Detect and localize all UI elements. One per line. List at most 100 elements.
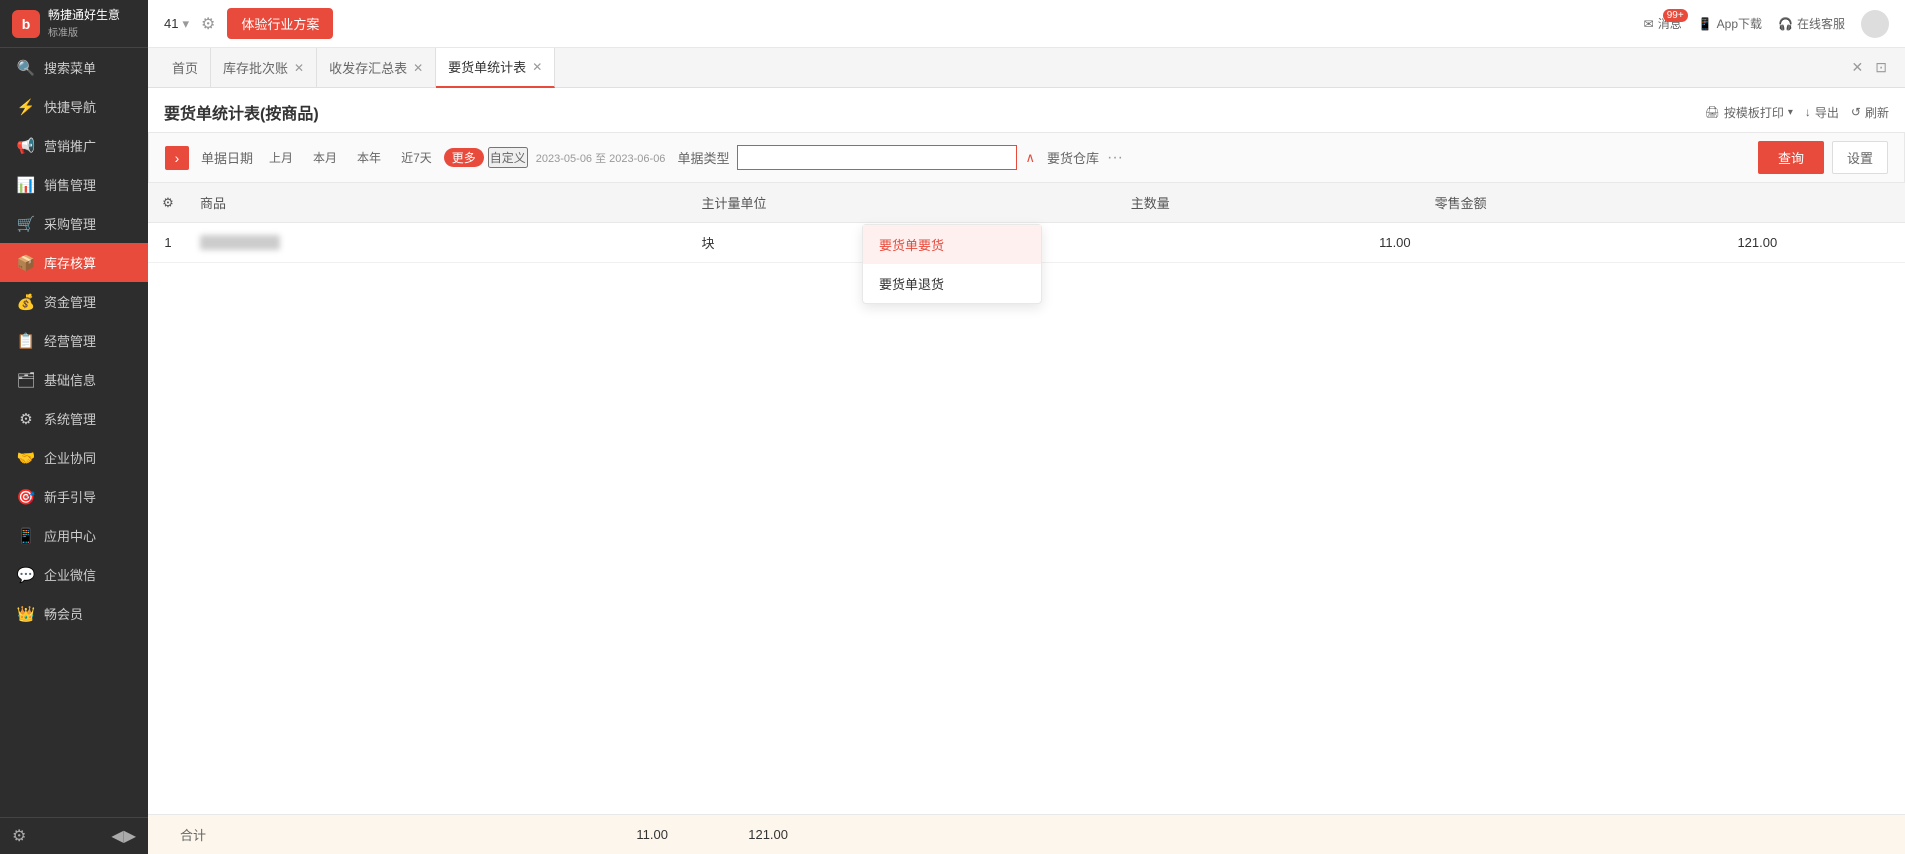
th-settings[interactable]: ⚙: [148, 183, 188, 223]
type-filter-arrow[interactable]: ∧: [1025, 150, 1035, 166]
th-extra: [1789, 183, 1905, 223]
date-custom-btn[interactable]: 自定义: [488, 147, 528, 168]
app-logo-icon: b: [12, 10, 40, 38]
sidebar-item-purchase[interactable]: 🛒 采购管理: [0, 204, 148, 243]
refresh-icon: ↺: [1851, 105, 1861, 119]
query-btn[interactable]: 查询: [1758, 141, 1824, 174]
sidebar-item-appstore[interactable]: 📱 应用中心: [0, 516, 148, 555]
store-dropdown-arrow: ▾: [182, 16, 189, 32]
page-title: 要货单统计表(按商品): [164, 100, 319, 124]
print-btn[interactable]: 🖨 按模板打印 ▾: [1705, 104, 1793, 121]
footer-quantity: 11.00: [560, 827, 680, 842]
dropdown-item-requisition-return[interactable]: 要货单退货: [863, 264, 1041, 303]
page-header: 要货单统计表(按商品) 🖨 按模板打印 ▾ ↓ 导出 ↺ 刷新: [148, 88, 1905, 132]
date-this-month-btn[interactable]: 本月: [305, 147, 345, 168]
tab-home[interactable]: 首页: [160, 48, 211, 88]
sidebar-item-wechat-label: 企业微信: [44, 565, 96, 584]
sidebar-bottom: ⚙ ◀▶: [0, 817, 148, 854]
sidebar-item-operations[interactable]: 📋 经营管理: [0, 321, 148, 360]
tab-requisition-close[interactable]: ✕: [532, 60, 542, 74]
row-quantity: 11.00: [1119, 223, 1423, 263]
topbar-gear-icon[interactable]: ⚙: [201, 14, 215, 34]
row-amount: 121.00: [1423, 223, 1790, 263]
print-label: 按模板打印: [1724, 104, 1784, 121]
sidebar-item-collab[interactable]: 🤝 企业协同: [0, 438, 148, 477]
warehouse-filter-dots[interactable]: ···: [1107, 149, 1123, 167]
message-badge: 99+: [1663, 9, 1688, 22]
topbar: 41 ▾ ⚙ 体验行业方案 ✉ 消息 99+ 📱 App下载 🎧 在线客服: [148, 0, 1905, 48]
operations-icon: 📋: [16, 332, 36, 350]
tab-inventory-batch[interactable]: 库存批次账 ✕: [211, 48, 317, 88]
date-7days-btn[interactable]: 近7天: [393, 147, 440, 168]
tab-inventory-batch-close[interactable]: ✕: [294, 61, 304, 75]
sidebar-item-sales[interactable]: 📊 销售管理: [0, 165, 148, 204]
sidebar-item-inventory[interactable]: 📦 库存核算: [0, 243, 148, 282]
system-icon: ⚙: [16, 410, 36, 428]
marketing-icon: 📢: [16, 137, 36, 155]
tabs-actions: ✕ ⊡: [1846, 55, 1893, 80]
date-range-display: 2023-05-06 至 2023-06-06: [536, 150, 666, 166]
sidebar-item-search[interactable]: 🔍 搜索菜单: [0, 48, 148, 87]
sales-icon: 📊: [16, 176, 36, 194]
app-download-label: App下载: [1717, 15, 1762, 32]
sidebar-item-member[interactable]: 👑 畅会员: [0, 594, 148, 633]
app-download-btn[interactable]: 📱 App下载: [1698, 15, 1762, 32]
print-dropdown-icon: ▾: [1788, 107, 1793, 118]
tab-minimize-icon[interactable]: ✕: [1846, 55, 1870, 80]
tab-receivables[interactable]: 收发存汇总表 ✕: [317, 48, 436, 88]
tab-receivables-close[interactable]: ✕: [413, 61, 423, 75]
sidebar-item-guide[interactable]: 🎯 新手引导: [0, 477, 148, 516]
export-btn[interactable]: ↓ 导出: [1805, 104, 1839, 121]
tab-fullscreen-icon[interactable]: ⊡: [1869, 55, 1893, 80]
sidebar-item-marketing-label: 营销推广: [44, 136, 96, 155]
user-avatar[interactable]: [1861, 10, 1889, 38]
trial-industry-btn[interactable]: 体验行业方案: [227, 8, 333, 39]
topbar-left: 41 ▾ ⚙ 体验行业方案: [164, 8, 333, 39]
warehouse-filter-label: 要货仓库: [1047, 148, 1099, 167]
filter-settings-btn[interactable]: 设置: [1832, 141, 1888, 174]
filter-actions: 查询 设置: [1758, 141, 1888, 174]
sidebar-logo: b 畅捷通好生意 标准版: [0, 0, 148, 48]
sidebar-item-wechat[interactable]: 💬 企业微信: [0, 555, 148, 594]
sidebar-item-finance[interactable]: 💰 资金管理: [0, 282, 148, 321]
tabs-bar: 首页 库存批次账 ✕ 收发存汇总表 ✕ 要货单统计表 ✕ ✕ ⊡: [148, 48, 1905, 88]
type-filter-input[interactable]: [737, 145, 1017, 170]
filter-expand-btn[interactable]: ›: [165, 146, 189, 170]
sidebar-item-search-label: 搜索菜单: [44, 58, 96, 77]
store-name: 41: [164, 16, 178, 31]
filter-bar: › 单据日期 上月 本月 本年 近7天 更多 自定义 2023-05-06 至 …: [148, 132, 1905, 183]
message-btn[interactable]: ✉ 消息 99+: [1644, 15, 1682, 32]
date-more-btn[interactable]: 更多: [444, 148, 484, 167]
sidebar-item-system-label: 系统管理: [44, 409, 96, 428]
print-icon: 🖨: [1705, 105, 1720, 119]
online-service-btn[interactable]: 🎧 在线客服: [1778, 15, 1845, 32]
app-logo-title: 畅捷通好生意: [48, 8, 120, 24]
refresh-btn[interactable]: ↺ 刷新: [1851, 104, 1889, 121]
th-product: 商品: [188, 183, 690, 223]
sidebar-item-quicknav[interactable]: ⚡ 快捷导航: [0, 87, 148, 126]
sidebar-item-marketing[interactable]: 📢 营销推广: [0, 126, 148, 165]
sidebar-collapse-icon[interactable]: ◀▶: [111, 826, 136, 846]
warehouse-filter-group: 要货仓库 ···: [1047, 148, 1123, 167]
sidebar-item-base[interactable]: 🗂 基础信息: [0, 360, 148, 399]
th-quantity: 主数量: [1119, 183, 1423, 223]
store-selector[interactable]: 41 ▾: [164, 16, 189, 32]
tab-requisition[interactable]: 要货单统计表 ✕: [436, 48, 555, 88]
sidebar-item-purchase-label: 采购管理: [44, 214, 96, 233]
finance-icon: 💰: [16, 293, 36, 311]
settings-gear-icon[interactable]: ⚙: [12, 826, 26, 846]
export-label: 导出: [1815, 104, 1839, 121]
headset-icon: 🎧: [1778, 17, 1793, 31]
row-seq: 1: [148, 223, 188, 263]
dropdown-item-requisition-order[interactable]: 要货单要货: [863, 225, 1041, 264]
footer-values: 11.00 121.00: [240, 827, 800, 842]
page-header-actions: 🖨 按模板打印 ▾ ↓ 导出 ↺ 刷新: [1705, 104, 1889, 121]
inventory-icon: 📦: [16, 254, 36, 272]
date-filter-group: 单据日期 上月 本月 本年 近7天 更多 自定义 2023-05-06 至 20…: [201, 147, 665, 168]
footer-label: 合计: [160, 825, 240, 844]
sidebar-item-system[interactable]: ⚙ 系统管理: [0, 399, 148, 438]
row-extra: [1789, 223, 1905, 263]
date-last-month-btn[interactable]: 上月: [261, 147, 301, 168]
date-this-year-btn[interactable]: 本年: [349, 147, 389, 168]
collab-icon: 🤝: [16, 449, 36, 467]
